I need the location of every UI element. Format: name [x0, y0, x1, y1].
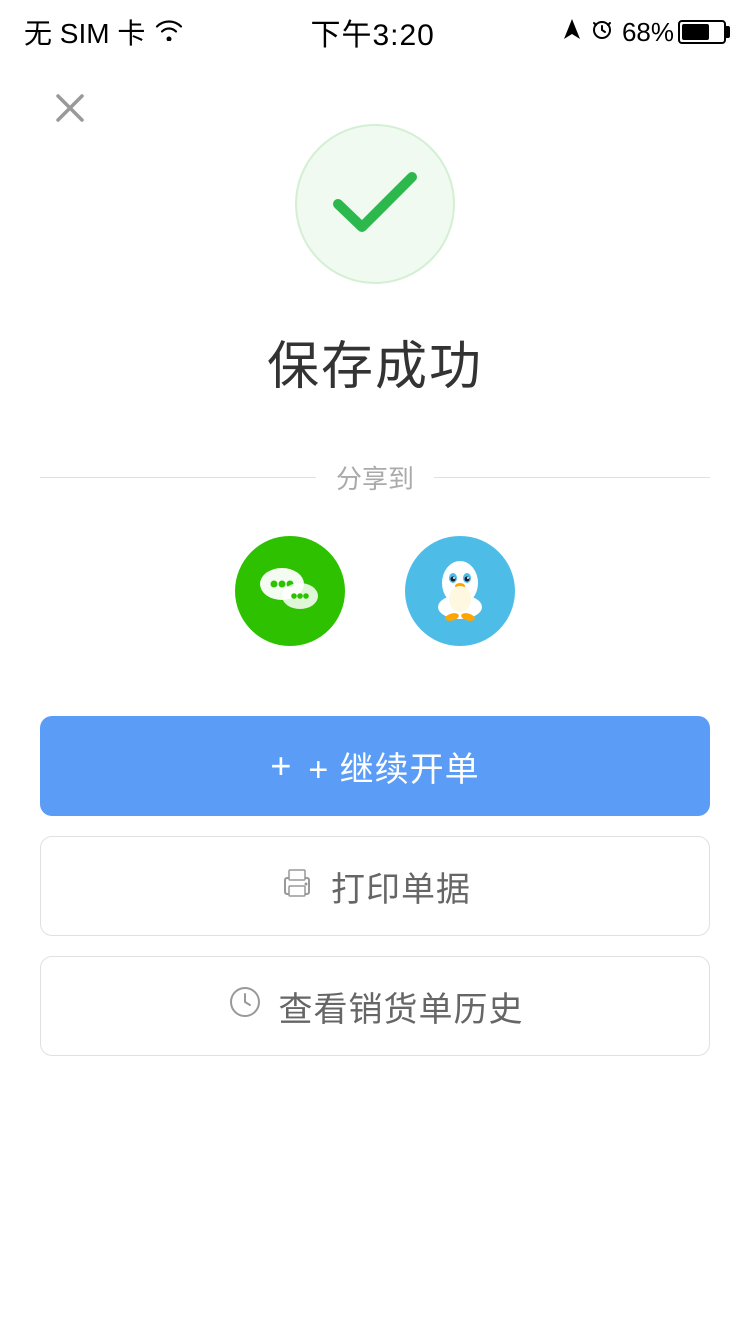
history-label: 查看销货单历史	[279, 982, 524, 1031]
carrier-label: 无 SIM 卡	[24, 12, 145, 52]
printer-icon	[279, 864, 315, 909]
battery-percent: 68%	[622, 17, 674, 48]
view-history-button[interactable]: 查看销货单历史	[40, 956, 710, 1056]
wifi-icon	[155, 16, 183, 48]
status-time: 下午3:20	[310, 10, 434, 54]
battery-icon	[678, 20, 726, 44]
success-icon-circle	[295, 124, 455, 284]
status-bar: 无 SIM 卡 下午3:20 68%	[0, 0, 750, 64]
success-title: 保存成功	[267, 324, 483, 399]
continue-order-button[interactable]: + + 继续开单	[40, 716, 710, 816]
location-icon	[562, 17, 582, 48]
alarm-icon	[590, 17, 614, 48]
wechat-share-button[interactable]	[235, 536, 345, 646]
divider-right	[434, 477, 710, 478]
qq-share-button[interactable]	[405, 536, 515, 646]
history-icon	[227, 984, 263, 1029]
main-content: 保存成功 分享到	[0, 64, 750, 1056]
continue-label: + 继续开单	[308, 742, 479, 791]
status-right: 68%	[562, 17, 726, 48]
print-button[interactable]: 打印单据	[40, 836, 710, 936]
print-label: 打印单据	[331, 862, 471, 911]
status-left: 无 SIM 卡	[24, 12, 183, 52]
divider-left	[40, 477, 316, 478]
battery-indicator: 68%	[622, 17, 726, 48]
buttons-section: + + 继续开单 打印单据 查看销货单历史	[0, 716, 750, 1056]
share-divider-row: 分享到	[0, 459, 750, 496]
close-button[interactable]	[40, 78, 100, 138]
share-label: 分享到	[316, 459, 434, 496]
share-icons-row	[235, 536, 515, 646]
share-section: 分享到	[0, 459, 750, 646]
continue-icon: +	[270, 745, 292, 787]
